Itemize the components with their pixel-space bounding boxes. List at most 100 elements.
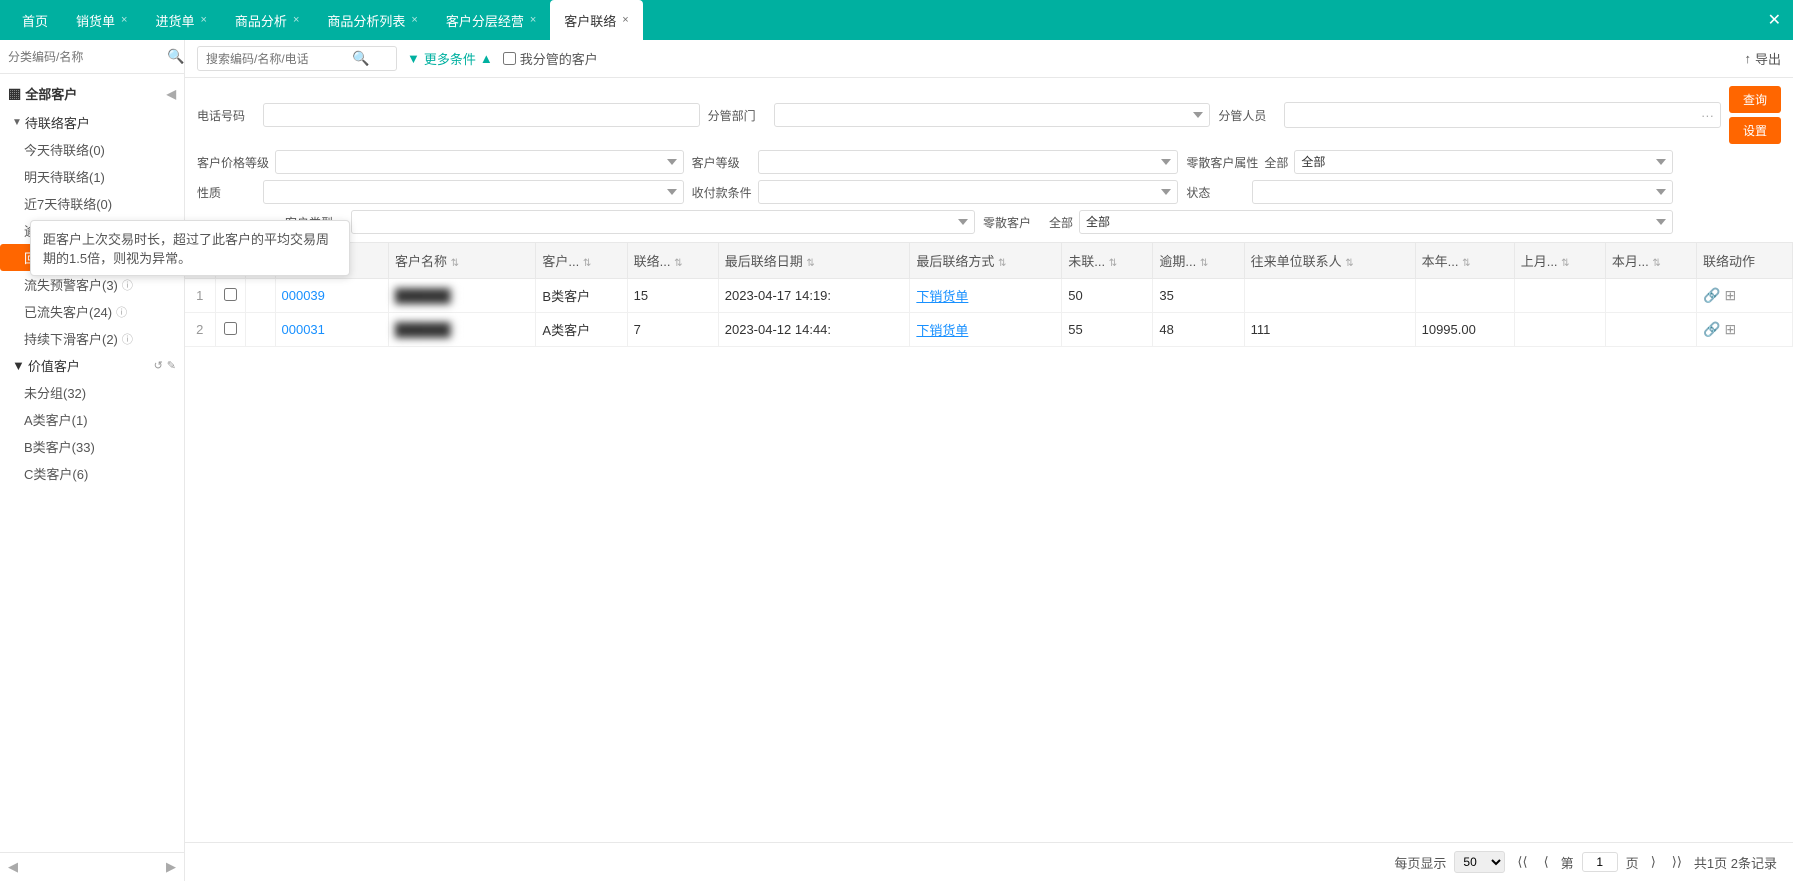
nav-tab-sales[interactable]: 销货单 × — [62, 0, 141, 40]
export-button[interactable]: ↑ 导出 — [1744, 49, 1781, 68]
row-checkbox[interactable] — [224, 322, 237, 335]
sidebar-item-c-class[interactable]: C类客户(6) — [0, 460, 184, 487]
sidebar: 🔍 ▦ 全部客户 ◀ ▼ 待联络客户 今天待联络(0) 明天待联络(1) 近7天… — [0, 40, 185, 881]
link-icon[interactable]: 🔗 — [1703, 321, 1720, 338]
nav-tab-purchase[interactable]: 进货单 × — [141, 0, 220, 40]
action-icons: 🔗 ⊞ — [1703, 287, 1786, 304]
col-overdue[interactable]: 逾期... ⇅ — [1153, 243, 1244, 279]
sidebar-section-value-customers[interactable]: ▼ 价值客户 ↺ ✎ — [0, 352, 184, 379]
sidebar-item-churned[interactable]: 已流失客户(24) ⓘ — [0, 298, 184, 325]
nav-tab-product-analysis[interactable]: 商品分析 × — [221, 0, 313, 40]
sidebar-item-a-class[interactable]: A类客户(1) — [0, 406, 184, 433]
row-last-method[interactable]: 下销货单 — [910, 279, 1062, 313]
filter-cell-gender: 性质 — [197, 180, 684, 204]
sidebar-item-7days[interactable]: 近7天待联络(0) — [0, 190, 184, 217]
filter-person-field[interactable]: ··· — [1284, 102, 1721, 128]
my-customers-checkbox[interactable] — [503, 52, 516, 65]
sidebar-item-declining[interactable]: 持续下滑客户(2) ⓘ — [0, 325, 184, 352]
row-code[interactable]: 000031 — [275, 313, 389, 347]
last-method-link[interactable]: 下销货单 — [916, 289, 968, 304]
main-layout: 🔍 ▦ 全部客户 ◀ ▼ 待联络客户 今天待联络(0) 明天待联络(1) 近7天… — [0, 40, 1793, 881]
collapse-icon[interactable]: ◀ — [167, 87, 176, 101]
edit-icons: ↺ ✎ — [154, 359, 176, 372]
filter-customer-type-select[interactable] — [351, 210, 975, 234]
filter-cell-scatter-customer: 零散客户 全部 全部 — [983, 210, 1673, 234]
row-checkbox[interactable] — [224, 288, 237, 301]
row-checkbox-cell — [215, 313, 245, 347]
row-overdue: 35 — [1153, 279, 1244, 313]
col-last-month[interactable]: 上月... ⇅ — [1514, 243, 1605, 279]
col-uncontact[interactable]: 未联... ⇅ — [1062, 243, 1153, 279]
settings-button[interactable]: 设置 — [1729, 117, 1781, 144]
close-icon[interactable]: × — [293, 14, 299, 26]
col-contact-count[interactable]: 联络... ⇅ — [627, 243, 718, 279]
filter-cell-person: 分管人员 ··· — [1218, 102, 1721, 128]
col-type[interactable]: 客户... ⇅ — [536, 243, 627, 279]
scroll-right-icon[interactable]: ▶ — [166, 859, 176, 875]
refresh-icon[interactable]: ↺ — [154, 359, 163, 372]
col-last-date[interactable]: 最后联络日期 ⇅ — [718, 243, 910, 279]
close-icon[interactable]: × — [411, 14, 417, 26]
filter-dept-select[interactable] — [774, 103, 1211, 127]
link-icon[interactable]: 🔗 — [1703, 287, 1720, 304]
nav-tab-customer-segmentation[interactable]: 客户分层经营 × — [432, 0, 550, 40]
filter-gender-select[interactable] — [263, 180, 684, 204]
col-this-year[interactable]: 本年... ⇅ — [1415, 243, 1514, 279]
sidebar-search-input[interactable] — [8, 50, 163, 64]
filter-status-select[interactable] — [1252, 180, 1673, 204]
next-page-button[interactable]: ⟩ — [1647, 852, 1660, 872]
close-icon[interactable]: × — [121, 14, 127, 26]
first-page-button[interactable]: ⟨⟨ — [1513, 852, 1531, 872]
grid-action-icon[interactable]: ⊞ — [1724, 287, 1736, 304]
row-last-method[interactable]: 下销货单 — [910, 313, 1062, 347]
grid-action-icon[interactable]: ⊞ — [1724, 321, 1736, 338]
filter-scatter-customer-select[interactable]: 全部 — [1079, 210, 1673, 234]
filter-payment-select[interactable] — [758, 180, 1179, 204]
row-code[interactable]: 000039 — [275, 279, 389, 313]
page-number-input[interactable] — [1582, 852, 1618, 872]
filter-scatter-attr-select[interactable]: 全部 — [1294, 150, 1673, 174]
last-page-button[interactable]: ⟩⟩ — [1668, 852, 1686, 872]
search-icon[interactable]: 🔍 — [167, 48, 184, 65]
col-last-method[interactable]: 最后联络方式 ⇅ — [910, 243, 1062, 279]
search-input[interactable] — [206, 52, 346, 66]
close-icon[interactable]: × — [622, 14, 628, 26]
close-icon[interactable]: × — [200, 14, 206, 26]
row-this-year — [1415, 279, 1514, 313]
filter-cell-customer-grade: 客户等级 — [692, 150, 1179, 174]
close-all-button[interactable]: ✕ — [1768, 10, 1781, 30]
search-icon[interactable]: 🔍 — [352, 50, 369, 67]
nav-tab-customer-contact[interactable]: 客户联络 × — [550, 0, 642, 40]
prev-page-button[interactable]: ⟨ — [1540, 852, 1553, 872]
row-uncontact: 55 — [1062, 313, 1153, 347]
sidebar-item-b-class[interactable]: B类客户(33) — [0, 433, 184, 460]
sidebar-item-ungrouped[interactable]: 未分组(32) — [0, 379, 184, 406]
filter-label-customer-grade: 客户等级 — [692, 154, 752, 171]
scroll-left-icon[interactable]: ◀ — [8, 859, 18, 875]
sidebar-item-all-customers[interactable]: ▦ 全部客户 ◀ — [0, 78, 184, 109]
col-this-month[interactable]: 本月... ⇅ — [1605, 243, 1696, 279]
col-name[interactable]: 客户名称 ⇅ — [389, 243, 536, 279]
col-contact-person[interactable]: 往来单位联系人 ⇅ — [1244, 243, 1415, 279]
sidebar-section-pending[interactable]: ▼ 待联络客户 — [0, 109, 184, 136]
last-method-link[interactable]: 下销货单 — [916, 323, 968, 338]
my-customers-checkbox-label[interactable]: 我分管的客户 — [503, 49, 598, 68]
more-conditions-button[interactable]: ▼ 更多条件 ▲ — [407, 49, 493, 68]
filter-icon: ▼ — [407, 51, 420, 66]
page-end-label: 页 — [1626, 853, 1639, 872]
edit-icon[interactable]: ✎ — [167, 359, 176, 372]
close-icon[interactable]: × — [530, 14, 536, 26]
filter-cell-payment: 收付款条件 — [692, 180, 1179, 204]
nav-tab-product-analysis-list[interactable]: 商品分析列表 × — [313, 0, 431, 40]
nav-tab-home[interactable]: 首页 — [8, 0, 62, 40]
filter-phone-input[interactable] — [263, 103, 700, 127]
per-page-select[interactable]: 50 10 20 100 — [1454, 851, 1505, 873]
row-type: B类客户 — [536, 279, 627, 313]
filter-customer-grade-select[interactable] — [758, 150, 1179, 174]
sidebar-item-today[interactable]: 今天待联络(0) — [0, 136, 184, 163]
filter-label-price-grade: 客户价格等级 — [197, 154, 269, 171]
filter-price-grade-select[interactable] — [275, 150, 684, 174]
query-button[interactable]: 查询 — [1729, 86, 1781, 113]
filter-label-status: 状态 — [1186, 184, 1246, 201]
sidebar-item-tomorrow[interactable]: 明天待联络(1) — [0, 163, 184, 190]
